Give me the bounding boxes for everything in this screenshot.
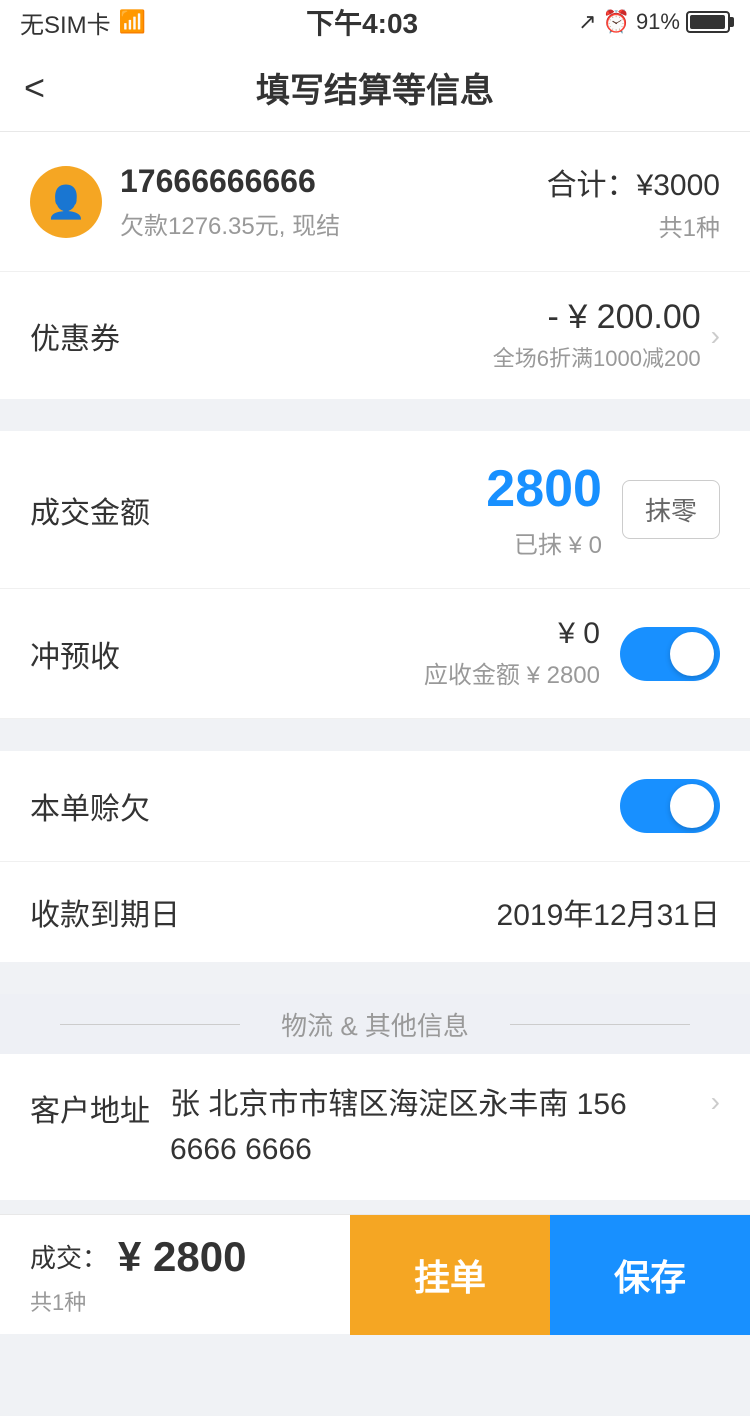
status-bar: 无SIM卡 📶 下午4:03 ↗ ⏰ 91% [0,0,750,44]
bendan-label: 本单赊欠 [30,784,150,828]
deal-amount-sub: 已抹 ¥ 0 [486,525,602,560]
avatar: 👤 [30,166,102,238]
toggle-knob [670,632,714,676]
separator-2 [0,735,750,751]
status-left: 无SIM卡 📶 [20,5,146,40]
coupon-right: - ¥ 200.00 全场6折满1000减200 › [493,298,720,373]
chongyu-label: 冲预收 [30,632,120,676]
alarm-icon: ⏰ [603,9,630,35]
chongyu-amount: ¥ 0 [424,617,600,651]
header: < 填写结算等信息 [0,44,750,132]
user-right: 合计：¥3000 共1种 [547,160,720,243]
user-debt: 欠款1276.35元, 现结 [120,206,340,241]
round-button[interactable]: 抹零 [622,480,720,539]
footer-deal: 成交： ¥ 2800 [30,1233,320,1281]
avatar-icon: 👤 [46,183,86,221]
user-details: 17666666666 欠款1276.35元, 现结 [120,163,340,241]
logistics-section-divider: 物流 & 其他信息 [0,994,750,1054]
address-label: 客户地址 [30,1086,150,1130]
bendan-row: 本单赊欠 [0,751,750,862]
chongyu-right-container: ¥ 0 应收金额 ¥ 2800 [424,617,720,690]
deal-amount-label: 成交金额 [30,488,150,532]
deal-amount-right: 2800 已抹 ¥ 0 抹零 [486,459,720,560]
user-info-card: 👤 17666666666 欠款1276.35元, 现结 合计：¥3000 共1… [0,132,750,399]
coupon-desc: 全场6折满1000减200 [493,341,701,373]
chongyu-right: ¥ 0 应收金额 ¥ 2800 [424,617,600,690]
bendan-card: 本单赊欠 收款到期日 2019年12月31日 [0,751,750,962]
footer-info: 成交： ¥ 2800 共1种 [0,1233,350,1317]
coupon-chevron-icon: › [711,320,720,352]
chongyu-row: 冲预收 ¥ 0 应收金额 ¥ 2800 [0,589,750,719]
user-phone: 17666666666 [120,163,340,200]
footer-deal-label: 成交： [30,1238,108,1275]
coupon-label: 优惠券 [30,314,120,358]
address-card: 客户地址 张 北京市市辖区海淀区永丰南 156 6666 6666 › [0,1054,750,1200]
due-date-value: 2019年12月31日 [497,890,720,934]
deal-amount-card: 成交金额 2800 已抹 ¥ 0 抹零 冲预收 ¥ 0 应收金额 ¥ 2800 [0,431,750,719]
address-chevron-icon: › [711,1086,720,1118]
due-date-label: 收款到期日 [30,890,180,934]
address-row[interactable]: 客户地址 张 北京市市辖区海淀区永丰南 156 6666 6666 › [0,1054,750,1200]
chongyu-toggle[interactable] [620,627,720,681]
battery-icon [686,11,730,33]
save-button[interactable]: 保存 [550,1215,750,1335]
deal-amount-row: 成交金额 2800 已抹 ¥ 0 抹零 [0,431,750,589]
deal-amount-value: 2800 [486,459,602,519]
wifi-icon: 📶 [119,9,146,35]
battery-percent: 91% [636,9,680,35]
user-left: 👤 17666666666 欠款1276.35元, 现结 [30,163,340,241]
page-title: 填写结算等信息 [256,63,494,112]
address-content: 张 北京市市辖区海淀区永丰南 156 6666 6666 [170,1082,691,1172]
total-count: 共1种 [547,208,720,243]
total-amount: 合计：¥3000 [547,160,720,204]
bendan-toggle-knob [670,784,714,828]
chongyu-sub: 应收金额 ¥ 2800 [424,655,600,690]
footer-deal-amount: ¥ 2800 [118,1233,246,1281]
carrier-text: 无SIM卡 [20,5,111,40]
footer-count: 共1种 [30,1285,320,1317]
logistics-label: 物流 & 其他信息 [261,1006,489,1043]
back-button[interactable]: < [24,67,45,109]
separator-1 [0,415,750,431]
status-right: ↗ ⏰ 91% [578,9,730,35]
coupon-amount: - ¥ 200.00 [493,298,701,337]
location-icon: ↗ [578,9,596,35]
separator-3 [0,978,750,994]
pending-button[interactable]: 挂单 [350,1215,550,1335]
bendan-toggle[interactable] [620,779,720,833]
status-time: 下午4:03 [306,2,418,42]
due-date-row: 收款到期日 2019年12月31日 [0,862,750,962]
footer: 成交： ¥ 2800 共1种 挂单 保存 [0,1214,750,1334]
user-info-row: 👤 17666666666 欠款1276.35元, 现结 合计：¥3000 共1… [0,132,750,271]
bendan-right [620,779,720,833]
coupon-row[interactable]: 优惠券 - ¥ 200.00 全场6折满1000减200 › [0,271,750,399]
